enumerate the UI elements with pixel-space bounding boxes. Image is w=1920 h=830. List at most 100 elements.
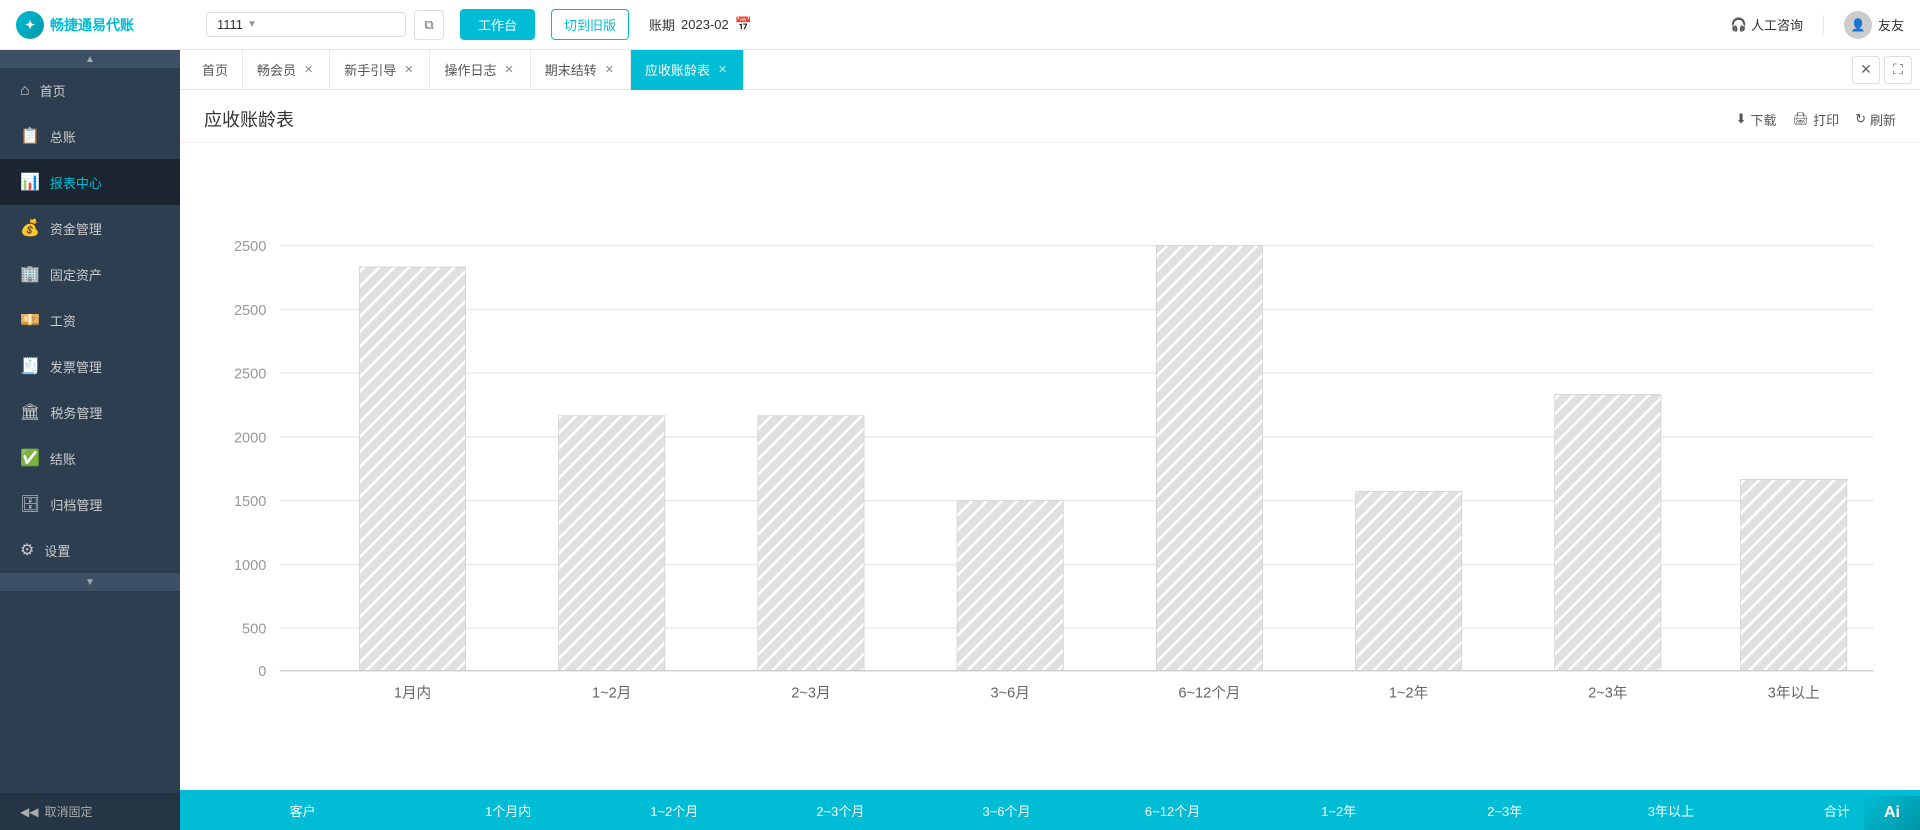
home-icon: ⌂ xyxy=(20,82,30,100)
sidebar-item-ledger[interactable]: 📋 总账 xyxy=(0,113,180,159)
refresh-icon: ↻ xyxy=(1855,111,1866,127)
sidebar-label-ledger: 总账 xyxy=(50,127,76,146)
bar-chart: 2500 2500 2500 2000 1500 1000 500 0 xyxy=(200,153,1900,790)
logo-text: 畅捷通易代账 xyxy=(50,15,134,35)
tab-expand-button[interactable]: ⛶ xyxy=(1884,56,1912,84)
refresh-label: 刷新 xyxy=(1870,110,1896,129)
col-1to2y: 1~2年 xyxy=(1256,801,1422,820)
tab-close-all-button[interactable]: ✕ xyxy=(1852,56,1880,84)
tab-guide[interactable]: 新手引导 ✕ xyxy=(330,50,430,90)
sidebar-item-tax[interactable]: 🏛 税务管理 xyxy=(0,389,180,435)
print-button[interactable]: 🖨 打印 xyxy=(1793,110,1840,129)
sidebar-label-home: 首页 xyxy=(40,81,66,100)
sidebar: ▲ ⌂ 首页 📋 总账 📊 报表中心 💰 资金管理 🏢 固定资产 💴 工资 🧾 … xyxy=(0,50,180,830)
svg-text:1月内: 1月内 xyxy=(394,684,431,701)
sidebar-item-asset[interactable]: 🏢 固定资产 xyxy=(0,251,180,297)
page-header: 应收账龄表 ⬇ 下载 🖨 打印 ↻ 刷新 xyxy=(180,90,1920,143)
svg-text:2~3月: 2~3月 xyxy=(791,685,830,701)
sidebar-label-fund: 资金管理 xyxy=(50,219,102,238)
header-company: 1111 ▼ ⧉ 工作台 切到旧版 账期 2023-02 📅 xyxy=(206,9,752,40)
sidebar-item-archive[interactable]: 🗄 归档管理 xyxy=(0,481,180,527)
sidebar-item-report[interactable]: 📊 报表中心 xyxy=(0,159,180,205)
sidebar-item-fund[interactable]: 💰 资金管理 xyxy=(0,205,180,251)
sidebar-item-checkout[interactable]: ✅ 结账 xyxy=(0,435,180,481)
period-label: 账期 xyxy=(649,15,675,34)
divider xyxy=(1823,15,1824,35)
salary-icon: 💴 xyxy=(20,310,40,330)
sidebar-item-salary[interactable]: 💴 工资 xyxy=(0,297,180,343)
sidebar-item-invoice[interactable]: 🧾 发票管理 xyxy=(0,343,180,389)
tab-close-member[interactable]: ✕ xyxy=(302,61,315,78)
cancel-pin-label: 取消固定 xyxy=(44,803,92,820)
refresh-button[interactable]: ↻ 刷新 xyxy=(1855,110,1896,129)
svg-text:1~2月: 1~2月 xyxy=(592,685,631,701)
download-icon: ⬇ xyxy=(1736,111,1747,127)
pin-icon: ◀◀ xyxy=(20,805,38,819)
avatar: 👤 xyxy=(1844,11,1872,39)
version-switch-button[interactable]: 切到旧版 xyxy=(551,9,629,40)
tab-close-guide[interactable]: ✕ xyxy=(402,61,415,78)
headset-icon: 🎧 xyxy=(1731,17,1747,33)
asset-icon: 🏢 xyxy=(20,264,40,284)
svg-text:2500: 2500 xyxy=(234,367,266,383)
calendar-icon[interactable]: 📅 xyxy=(735,16,752,33)
tab-home[interactable]: 首页 xyxy=(188,50,243,90)
sidebar-scroll-down[interactable]: ▼ xyxy=(0,573,180,591)
tab-label-member: 畅会员 xyxy=(257,60,296,79)
tab-member[interactable]: 畅会员 ✕ xyxy=(243,50,330,90)
top-header: ✦ 畅捷通易代账 1111 ▼ ⧉ 工作台 切到旧版 账期 2023-02 📅 … xyxy=(0,0,1920,50)
sidebar-label-settings: 设置 xyxy=(44,541,70,560)
svg-text:3~6月: 3~6月 xyxy=(990,685,1029,701)
workbench-button[interactable]: 工作台 xyxy=(460,9,535,40)
tab-close-period-end[interactable]: ✕ xyxy=(603,61,616,78)
consult-area[interactable]: 🎧 人工咨询 xyxy=(1731,15,1803,34)
col-1m: 1个月内 xyxy=(425,801,591,820)
copy-icon: ⧉ xyxy=(424,17,433,33)
consult-label: 人工咨询 xyxy=(1751,15,1803,34)
company-selector[interactable]: 1111 ▼ xyxy=(206,12,406,37)
svg-text:3年以上: 3年以上 xyxy=(1768,684,1820,701)
svg-text:500: 500 xyxy=(242,622,266,638)
ai-badge[interactable]: Ai xyxy=(1864,796,1920,830)
sidebar-scroll-up[interactable]: ▲ xyxy=(0,50,180,68)
content-area: 首页 畅会员 ✕ 新手引导 ✕ 操作日志 ✕ 期末结转 ✕ 应收账龄表 ✕ xyxy=(180,50,1920,830)
download-button[interactable]: ⬇ 下载 xyxy=(1736,110,1777,129)
tab-label-period-end: 期末结转 xyxy=(545,60,597,79)
col-customer: 客户 xyxy=(180,801,425,820)
page-actions: ⬇ 下载 🖨 打印 ↻ 刷新 xyxy=(1736,110,1896,129)
tab-period-end[interactable]: 期末结转 ✕ xyxy=(531,50,631,90)
page-content: 应收账龄表 ⬇ 下载 🖨 打印 ↻ 刷新 xyxy=(180,90,1920,830)
tab-label-oplog: 操作日志 xyxy=(444,60,496,79)
tabs-bar: 首页 畅会员 ✕ 新手引导 ✕ 操作日志 ✕ 期末结转 ✕ 应收账龄表 ✕ xyxy=(180,50,1920,90)
user-area[interactable]: 👤 友友 xyxy=(1844,11,1904,39)
col-3y-plus: 3年以上 xyxy=(1588,801,1754,820)
col-2to3y: 2~3年 xyxy=(1422,801,1588,820)
svg-text:6~12个月: 6~12个月 xyxy=(1178,684,1240,701)
tab-close-oplog[interactable]: ✕ xyxy=(503,61,516,78)
user-name: 友友 xyxy=(1878,15,1904,34)
sidebar-cancel-pin[interactable]: ◀◀ 取消固定 xyxy=(0,793,180,830)
copy-button[interactable]: ⧉ xyxy=(414,10,444,40)
tab-label-guide: 新手引导 xyxy=(344,60,396,79)
svg-text:1500: 1500 xyxy=(234,494,266,510)
table-header: 客户 1个月内 1~2个月 2~3个月 3~6个月 6~12个月 1~2年 2~… xyxy=(180,790,1920,830)
svg-text:1~2年: 1~2年 xyxy=(1389,684,1428,701)
col-6to12m: 6~12个月 xyxy=(1090,801,1256,820)
sidebar-item-home[interactable]: ⌂ 首页 xyxy=(0,68,180,113)
col-2to3m: 2~3个月 xyxy=(757,801,923,820)
sidebar-item-settings[interactable]: ⚙ 设置 xyxy=(0,527,180,573)
company-name: 1111 xyxy=(217,17,243,32)
sidebar-label-report: 报表中心 xyxy=(50,173,102,192)
dropdown-arrow-icon: ▼ xyxy=(247,19,257,30)
fund-icon: 💰 xyxy=(20,218,40,238)
tab-close-aging[interactable]: ✕ xyxy=(716,61,729,78)
period-value: 2023-02 xyxy=(681,17,729,32)
logo-icon: ✦ xyxy=(16,11,44,39)
tax-icon: 🏛 xyxy=(20,402,40,422)
tab-aging[interactable]: 应收账龄表 ✕ xyxy=(631,50,744,90)
chart-area: 2500 2500 2500 2000 1500 1000 500 0 xyxy=(180,143,1920,790)
col-3to6m: 3~6个月 xyxy=(923,801,1089,820)
tab-oplog[interactable]: 操作日志 ✕ xyxy=(430,50,530,90)
ai-label: Ai xyxy=(1884,804,1900,821)
logo-area: ✦ 畅捷通易代账 xyxy=(16,11,196,39)
